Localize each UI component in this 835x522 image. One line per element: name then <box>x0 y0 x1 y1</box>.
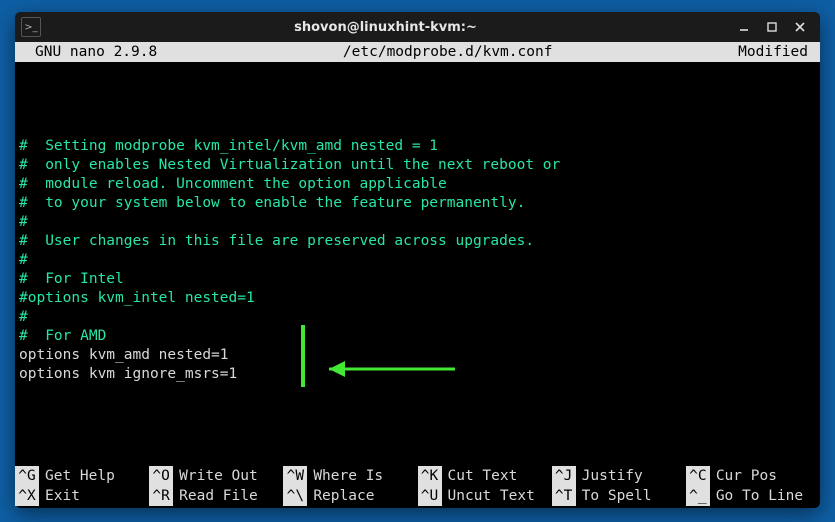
editor-line: # For Intel <box>19 270 816 289</box>
shortcut-item[interactable]: ^W Where Is <box>283 466 417 486</box>
shortcut-key: ^T <box>552 486 576 506</box>
shortcut-key: ^_ <box>686 486 710 506</box>
editor-line: options kvm ignore_msrs=1 <box>19 365 816 384</box>
shortcut-label: To Spell <box>582 486 652 506</box>
maximize-button[interactable] <box>758 16 786 38</box>
shortcut-label: Write Out <box>179 466 258 486</box>
shortcut-label: Where Is <box>313 466 383 486</box>
nano-shortcut-bar: ^G Get Help ^O Write Out ^W Where Is ^K Cut Tex… <box>15 466 820 508</box>
shortcut-key: ^J <box>552 466 576 486</box>
window-title: shovon@linuxhint-kvm:~ <box>41 20 730 35</box>
editor-viewport[interactable]: # Setting modprobe kvm_intel/kvm_amd nes… <box>15 62 820 466</box>
shortcut-item[interactable]: ^O Write Out <box>149 466 283 486</box>
shortcut-item[interactable]: ^G Get Help <box>15 466 149 486</box>
shortcut-item[interactable]: ^\ Replace <box>283 486 417 506</box>
shortcut-item[interactable]: ^U Uncut Text <box>418 486 552 506</box>
shortcut-key: ^K <box>418 466 442 486</box>
shortcut-label: Justify <box>582 466 643 486</box>
shortcut-label: Exit <box>45 486 80 506</box>
nano-file-path: /etc/modprobe.d/kvm.conf <box>157 42 738 62</box>
terminal-window: >_ shovon@linuxhint-kvm:~ GNU nano 2.9.8… <box>15 12 820 508</box>
shortcut-label: Go To Line <box>716 486 803 506</box>
shortcut-label: Cur Pos <box>716 466 777 486</box>
shortcut-key: ^X <box>15 486 39 506</box>
shortcut-label: Replace <box>313 486 374 506</box>
titlebar: >_ shovon@linuxhint-kvm:~ <box>15 12 820 42</box>
shortcut-key: ^W <box>283 466 307 486</box>
shortcut-label: Get Help <box>45 466 115 486</box>
nano-statusbar: GNU nano 2.9.8 /etc/modprobe.d/kvm.conf … <box>15 42 820 62</box>
editor-line: # module reload. Uncomment the option ap… <box>19 175 816 194</box>
editor-line: #options kvm_intel nested=1 <box>19 289 816 308</box>
nano-app-name: GNU nano 2.9.8 <box>19 42 157 62</box>
shortcut-item[interactable]: ^R Read File <box>149 486 283 506</box>
editor-line: # Setting modprobe kvm_intel/kvm_amd nes… <box>19 137 816 156</box>
shortcut-label: Uncut Text <box>448 486 535 506</box>
shortcut-item[interactable]: ^K Cut Text <box>418 466 552 486</box>
shortcut-label: Cut Text <box>448 466 518 486</box>
shortcut-key: ^R <box>149 486 173 506</box>
close-button[interactable] <box>786 16 814 38</box>
shortcut-key: ^\ <box>283 486 307 506</box>
editor-line: # to your system below to enable the fea… <box>19 194 816 213</box>
shortcut-item[interactable]: ^C Cur Pos <box>686 466 820 486</box>
nano-modified: Modified <box>738 42 816 62</box>
shortcut-key: ^O <box>149 466 173 486</box>
shortcut-item[interactable]: ^J Justify <box>552 466 686 486</box>
editor-line: # User changes in this file are preserve… <box>19 232 816 251</box>
editor-line: # For AMD <box>19 327 816 346</box>
shortcut-key: ^U <box>418 486 442 506</box>
shortcut-key: ^C <box>686 466 710 486</box>
shortcut-key: ^G <box>15 466 39 486</box>
shortcut-item[interactable]: ^_ Go To Line <box>686 486 820 506</box>
shortcut-item[interactable]: ^X Exit <box>15 486 149 506</box>
minimize-button[interactable] <box>730 16 758 38</box>
terminal-icon: >_ <box>21 17 41 37</box>
editor-line: options kvm_amd nested=1 <box>19 346 816 365</box>
shortcut-item[interactable]: ^T To Spell <box>552 486 686 506</box>
shortcut-label: Read File <box>179 486 258 506</box>
editor-line: # <box>19 251 816 270</box>
editor-line: # <box>19 213 816 232</box>
editor-line: # only enables Nested Virtualization unt… <box>19 156 816 175</box>
editor-line: # <box>19 308 816 327</box>
